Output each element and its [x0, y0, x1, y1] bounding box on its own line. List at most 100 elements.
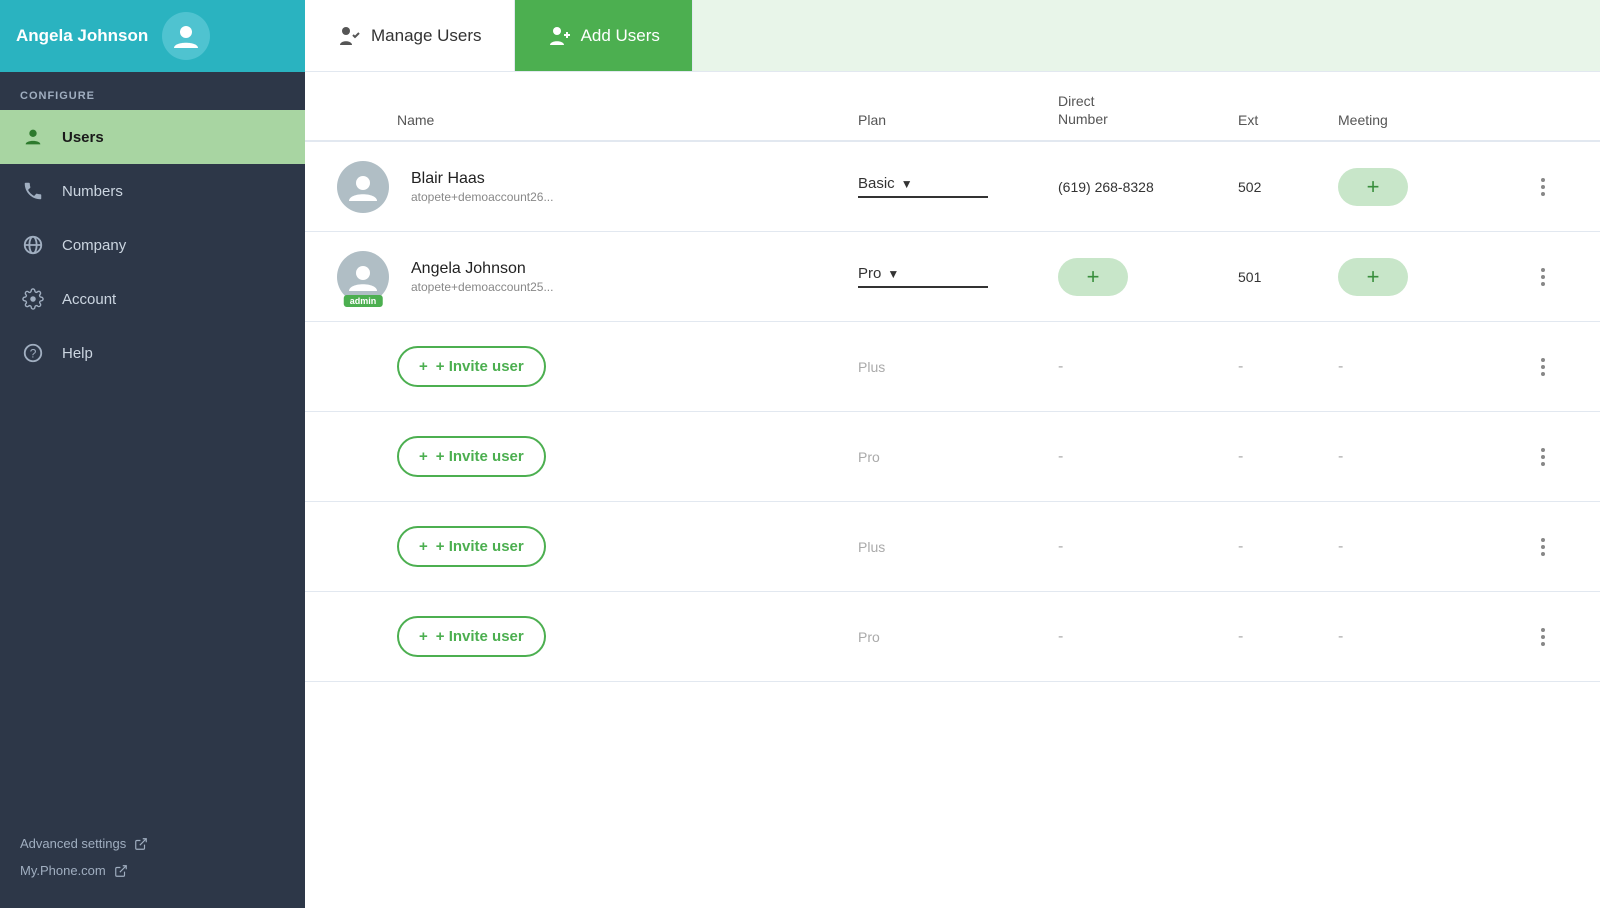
more-dot	[1541, 185, 1545, 189]
invite-ext-1: -	[1238, 358, 1338, 376]
more-dot	[1541, 628, 1545, 632]
more-menu-invite-2[interactable]	[1518, 440, 1568, 474]
invite-icon: +	[419, 538, 428, 555]
sidebar-header: Angela Johnson	[0, 0, 305, 72]
sidebar: Angela Johnson CONFIGURE Users Numbers C…	[0, 0, 305, 908]
user-name-angela: Angela Johnson	[411, 260, 858, 278]
invite-user-button-1[interactable]: + + Invite user	[397, 346, 546, 387]
more-menu-angela[interactable]	[1518, 260, 1568, 294]
sidebar-item-numbers[interactable]: Numbers	[0, 164, 305, 218]
invite-row: + + Invite user Plus - - -	[305, 322, 1600, 412]
admin-badge: admin	[344, 295, 383, 307]
ext-angela: 501	[1238, 269, 1338, 285]
plan-select-blair[interactable]: Basic ▼	[858, 175, 988, 198]
more-dot	[1541, 538, 1545, 542]
invite-direct-1: -	[1058, 358, 1238, 376]
table-row: admin Angela Johnson atopete+demoaccount…	[305, 232, 1600, 322]
sidebar-item-help[interactable]: ? Help	[0, 326, 305, 380]
col-header-ext: Ext	[1238, 112, 1338, 128]
phone-icon	[20, 178, 46, 204]
advanced-settings-link[interactable]: Advanced settings	[20, 830, 285, 857]
invite-label: + Invite user	[436, 538, 524, 555]
invite-direct-4: -	[1058, 628, 1238, 646]
invite-direct-3: -	[1058, 538, 1238, 556]
col-header-plan: Plan	[858, 112, 1058, 128]
col-header-name: Name	[397, 112, 858, 128]
add-meeting-angela[interactable]: +	[1338, 258, 1408, 296]
invite-row: + + Invite user Plus - - -	[305, 502, 1600, 592]
sidebar-item-company[interactable]: Company	[0, 218, 305, 272]
tab-manage-users[interactable]: Manage Users	[305, 0, 515, 71]
invite-ext-4: -	[1238, 628, 1338, 646]
invite-icon: +	[419, 448, 428, 465]
more-dot	[1541, 455, 1545, 459]
settings-icon	[20, 286, 46, 312]
tab-add-users[interactable]: Add Users	[515, 0, 693, 71]
more-menu-invite-3[interactable]	[1518, 530, 1568, 564]
svg-text:?: ?	[30, 347, 37, 361]
my-phone-link[interactable]: My.Phone.com	[20, 857, 285, 884]
plan-value-angela: Pro	[858, 265, 881, 282]
more-dot	[1541, 545, 1545, 549]
user-name-blair: Blair Haas	[411, 170, 858, 188]
user-info-blair: Blair Haas atopete+demoaccount26...	[397, 170, 858, 204]
sidebar-item-users[interactable]: Users	[0, 110, 305, 164]
advanced-settings-label: Advanced settings	[20, 836, 126, 851]
more-dot	[1541, 192, 1545, 196]
more-dot	[1541, 358, 1545, 362]
plan-dropdown-arrow: ▼	[887, 267, 899, 281]
add-users-label: Add Users	[581, 26, 660, 46]
user-avatar-angela: admin	[337, 251, 389, 303]
col-header-direct: DirectNumber	[1058, 92, 1238, 128]
user-email-blair: atopete+demoaccount26...	[411, 190, 858, 204]
invite-user-button-4[interactable]: + + Invite user	[397, 616, 546, 657]
invite-meeting-4: -	[1338, 628, 1518, 646]
more-menu-invite-4[interactable]	[1518, 620, 1568, 654]
invite-direct-2: -	[1058, 448, 1238, 466]
more-dot	[1541, 268, 1545, 272]
more-dot	[1541, 275, 1545, 279]
sidebar-item-account[interactable]: Account	[0, 272, 305, 326]
help-icon: ?	[20, 340, 46, 366]
sidebar-item-label-numbers: Numbers	[62, 183, 123, 200]
sidebar-header-name: Angela Johnson	[16, 26, 148, 46]
more-dot	[1541, 178, 1545, 182]
users-icon	[20, 124, 46, 150]
more-dot	[1541, 448, 1545, 452]
manage-users-label: Manage Users	[371, 26, 482, 46]
invite-user-button-3[interactable]: + + Invite user	[397, 526, 546, 567]
ext-blair: 502	[1238, 179, 1338, 195]
invite-label: + Invite user	[436, 358, 524, 375]
user-info-angela: Angela Johnson atopete+demoaccount25...	[397, 260, 858, 294]
add-direct-number-angela[interactable]: +	[1058, 258, 1128, 296]
add-meeting-blair[interactable]: +	[1338, 168, 1408, 206]
more-dot	[1541, 462, 1545, 466]
invite-icon: +	[419, 358, 428, 375]
more-dot	[1541, 282, 1545, 286]
sidebar-item-label-users: Users	[62, 129, 104, 146]
more-dot	[1541, 642, 1545, 646]
invite-plan-4: Pro	[858, 629, 1058, 645]
col-header-meeting: Meeting	[1338, 112, 1518, 128]
topbar: Manage Users Add Users	[305, 0, 1600, 72]
users-table: Name Plan DirectNumber Ext Meeting Blair…	[305, 72, 1600, 908]
invite-meeting-1: -	[1338, 358, 1518, 376]
more-menu-invite-1[interactable]	[1518, 350, 1568, 384]
table-header: Name Plan DirectNumber Ext Meeting	[305, 72, 1600, 142]
configure-label: CONFIGURE	[0, 72, 305, 110]
more-menu-blair[interactable]	[1518, 170, 1568, 204]
invite-ext-2: -	[1238, 448, 1338, 466]
invite-label: + Invite user	[436, 448, 524, 465]
invite-plan-3: Plus	[858, 539, 1058, 555]
invite-plan-2: Pro	[858, 449, 1058, 465]
my-phone-label: My.Phone.com	[20, 863, 106, 878]
invite-user-button-2[interactable]: + + Invite user	[397, 436, 546, 477]
invite-row: + + Invite user Pro - - -	[305, 592, 1600, 682]
sidebar-item-label-company: Company	[62, 237, 126, 254]
user-email-angela: atopete+demoaccount25...	[411, 280, 858, 294]
globe-icon	[20, 232, 46, 258]
topbar-right-bg	[693, 0, 1600, 71]
plan-select-angela[interactable]: Pro ▼	[858, 265, 988, 288]
invite-row: + + Invite user Pro - - -	[305, 412, 1600, 502]
direct-number-blair: (619) 268-8328	[1058, 179, 1238, 195]
